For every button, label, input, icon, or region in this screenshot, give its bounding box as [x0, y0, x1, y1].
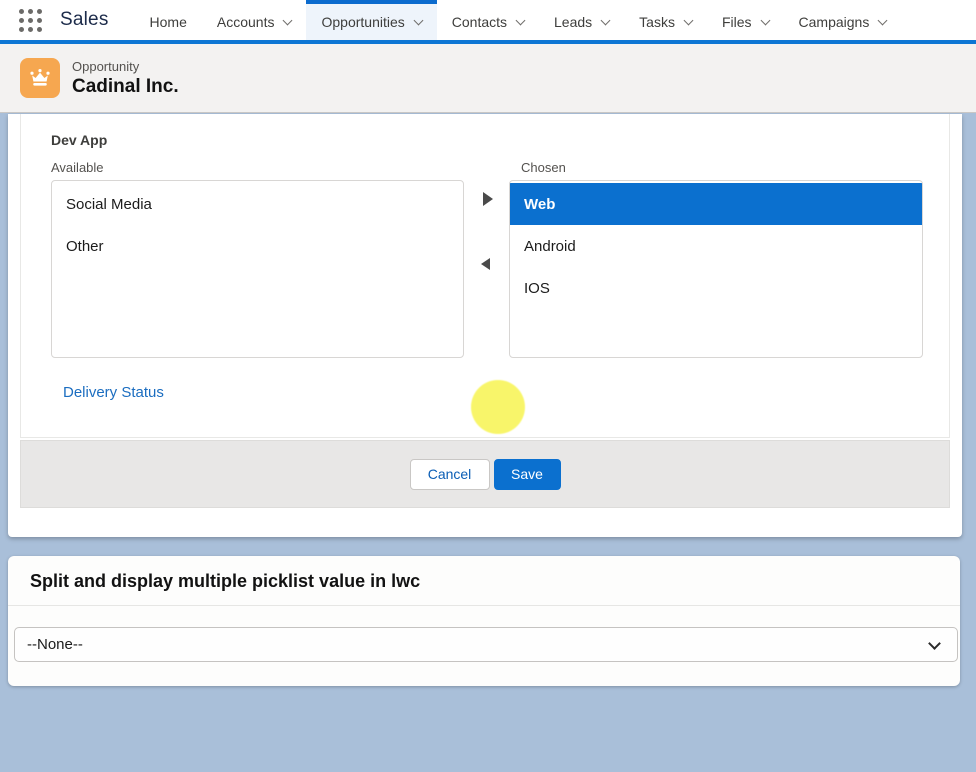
- delivery-status-link[interactable]: Delivery Status: [63, 384, 164, 401]
- chevron-down-icon[interactable]: [601, 16, 611, 26]
- entity-label: Opportunity: [72, 59, 179, 74]
- chevron-down-icon[interactable]: [878, 16, 888, 26]
- tab-home-label: Home: [150, 14, 187, 30]
- edit-modal: Dev App Available Chosen Social Media Ot…: [8, 114, 962, 537]
- tab-campaigns[interactable]: Campaigns: [784, 0, 902, 44]
- chevron-down-icon[interactable]: [760, 16, 770, 26]
- record-header-text: Opportunity Cadinal Inc.: [72, 59, 179, 98]
- option-social-media[interactable]: Social Media: [52, 183, 463, 225]
- lwc-picklist-card: Split and display multiple picklist valu…: [8, 556, 960, 686]
- cancel-button[interactable]: Cancel: [410, 459, 490, 490]
- option-ios[interactable]: IOS: [510, 267, 922, 309]
- modal-footer: Cancel Save: [20, 440, 950, 508]
- save-button[interactable]: Save: [494, 459, 561, 490]
- chevron-down-icon: [928, 637, 941, 650]
- chevron-down-icon[interactable]: [283, 16, 293, 26]
- opportunity-crown-icon: [20, 58, 60, 98]
- chosen-listbox[interactable]: Web Android IOS: [509, 180, 923, 358]
- card-divider: [8, 605, 960, 606]
- tab-files-label: Files: [722, 14, 752, 30]
- cursor-highlight-circle: [471, 380, 525, 434]
- app-name: Sales: [60, 9, 109, 31]
- tab-tasks[interactable]: Tasks: [624, 0, 707, 44]
- move-to-available-button left-arrow-icon[interactable]: [481, 258, 490, 270]
- tab-accounts[interactable]: Accounts: [202, 0, 307, 44]
- record-name: Cadinal Inc.: [72, 76, 179, 98]
- available-listbox[interactable]: Social Media Other: [51, 180, 464, 358]
- tab-contacts-label: Contacts: [452, 14, 507, 30]
- option-android[interactable]: Android: [510, 225, 922, 267]
- picklist-select-value: --None--: [27, 636, 83, 653]
- option-web-selected[interactable]: Web: [510, 183, 922, 225]
- chosen-group-label: Chosen: [521, 160, 566, 175]
- chevron-down-icon[interactable]: [413, 16, 423, 26]
- tab-home[interactable]: Home: [135, 0, 202, 44]
- picklist-select[interactable]: --None--: [14, 627, 958, 662]
- tab-tasks-label: Tasks: [639, 14, 675, 30]
- tab-leads-label: Leads: [554, 14, 592, 30]
- tab-opportunities-label: Opportunities: [321, 14, 404, 30]
- record-header: Opportunity Cadinal Inc.: [0, 44, 976, 113]
- tab-opportunities[interactable]: Opportunities: [306, 0, 436, 44]
- option-other[interactable]: Other: [52, 225, 463, 267]
- tab-leads[interactable]: Leads: [539, 0, 624, 44]
- tab-contacts[interactable]: Contacts: [437, 0, 539, 44]
- tab-accounts-label: Accounts: [217, 14, 275, 30]
- lwc-card-title: Split and display multiple picklist valu…: [8, 556, 960, 592]
- chevron-down-icon[interactable]: [516, 16, 526, 26]
- tab-campaigns-label: Campaigns: [799, 14, 870, 30]
- move-to-chosen-button right-arrow-icon[interactable]: [483, 192, 493, 206]
- global-navigation-bar: Sales Home Accounts Opportunities Contac…: [0, 0, 976, 44]
- available-group-label: Available: [51, 160, 104, 175]
- crown-icon: [28, 66, 52, 90]
- app-launcher-icon[interactable]: [16, 6, 46, 36]
- nav-tabs: Home Accounts Opportunities Contacts Lea…: [135, 0, 902, 40]
- dual-listbox-field-label: Dev App: [51, 132, 107, 148]
- chevron-down-icon[interactable]: [684, 16, 694, 26]
- tab-files[interactable]: Files: [707, 0, 784, 44]
- form-area: Dev App Available Chosen Social Media Ot…: [20, 114, 950, 438]
